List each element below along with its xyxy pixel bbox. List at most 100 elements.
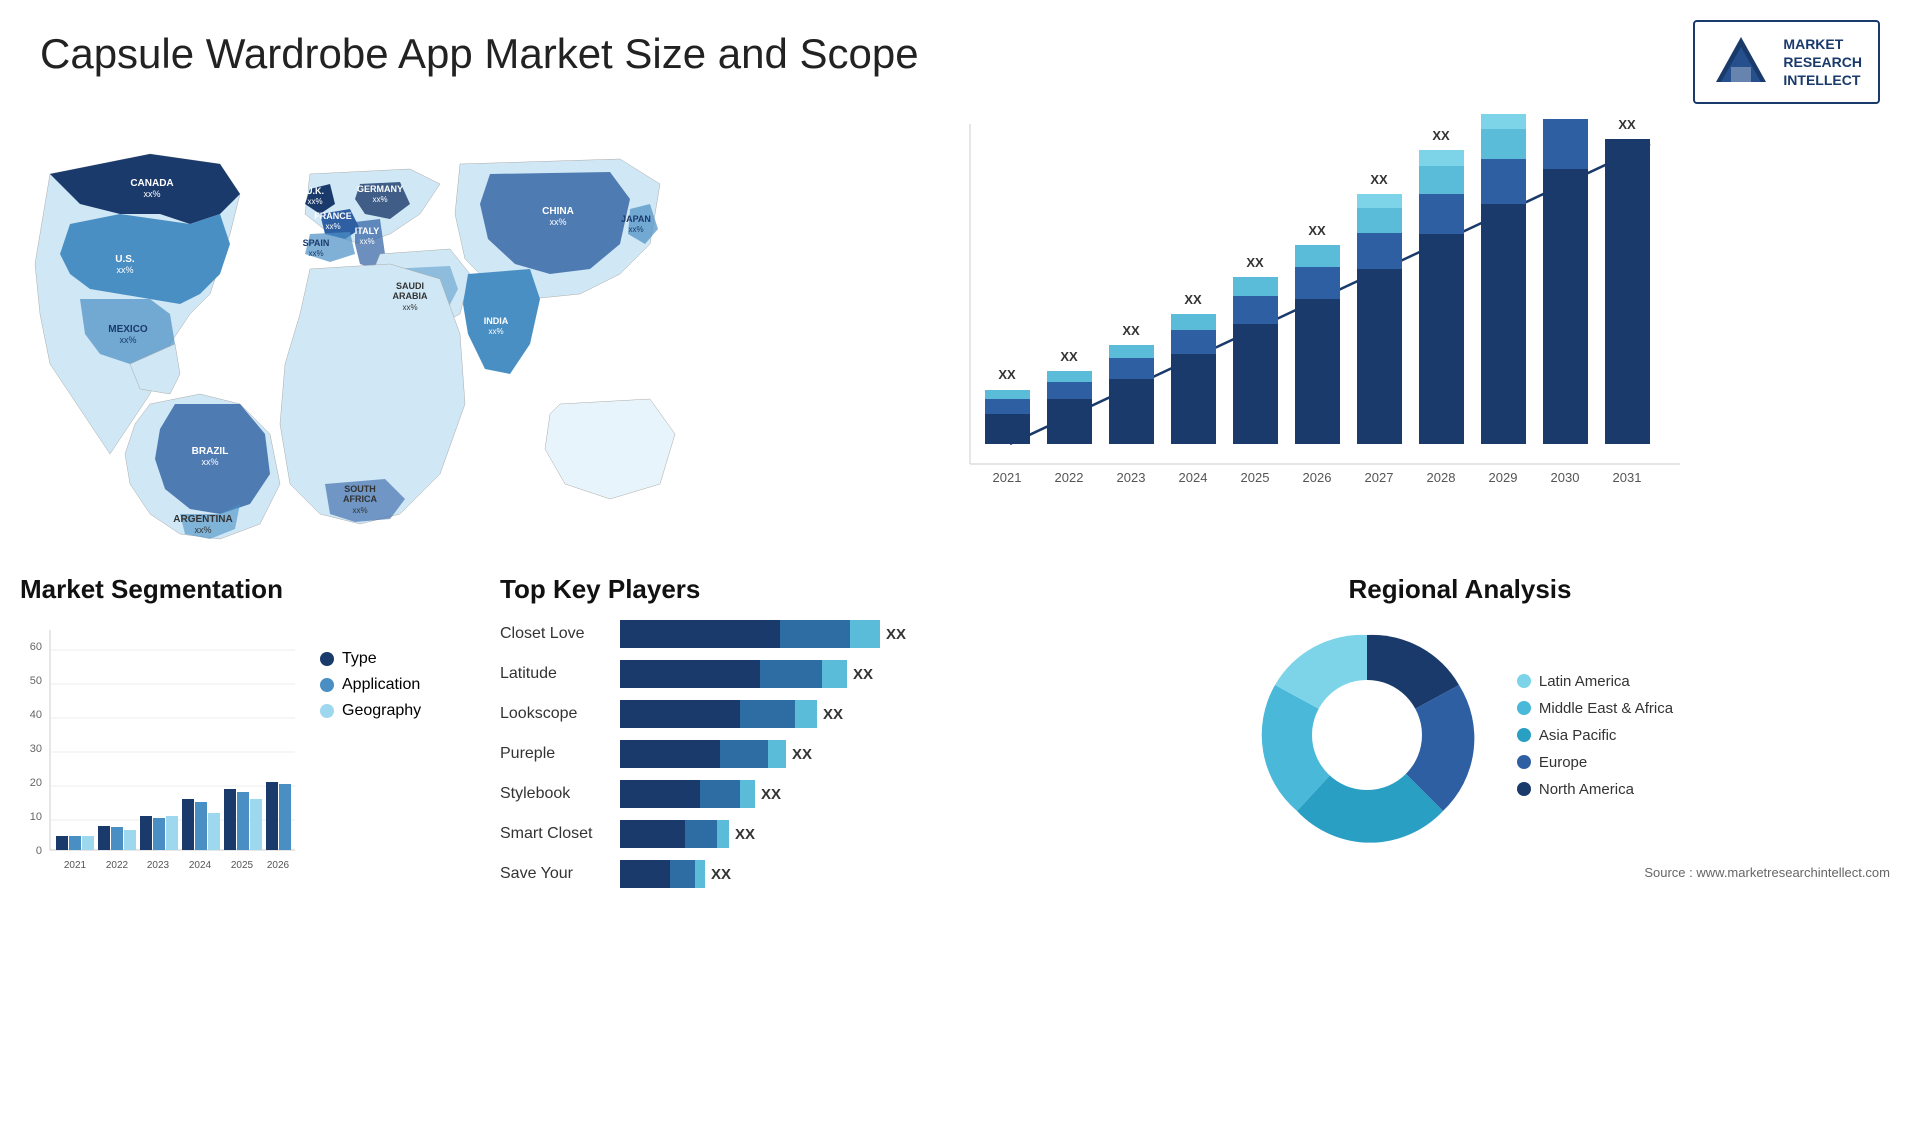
svg-text:XX: XX [1618,117,1636,132]
map-svg: CANADA xx% U.S. xx% MEXICO xx% BRAZIL xx… [20,114,700,544]
logo-text: MARKET RESEARCH INTELLECT [1783,35,1862,90]
svg-text:2026: 2026 [267,860,290,871]
svg-text:2027: 2027 [1365,470,1394,485]
svg-text:xx%: xx% [116,265,133,275]
source-text: Source : www.marketresearchintellect.com [1020,865,1900,880]
svg-text:AFRICA: AFRICA [343,494,377,504]
player-bar-smart-closet: XX [620,820,1000,848]
svg-text:40: 40 [30,709,42,721]
label-italy: ITALY [355,226,380,236]
player-bar-closet-love: XX [620,620,1000,648]
svg-text:2021: 2021 [993,470,1022,485]
bar-2021-light [985,390,1030,399]
svg-text:xx%: xx% [352,506,367,515]
player-bar-pureple: XX [620,740,1000,768]
players-list: Closet Love XX Latitude XX Looks [500,620,1000,888]
svg-text:2023: 2023 [1117,470,1146,485]
player-bar-stylebook: XX [620,780,1000,808]
svg-text:2026: 2026 [1303,470,1332,485]
svg-text:2029: 2029 [1489,470,1518,485]
growth-chart: XX 2021 XX 2022 XX 2023 XX 2024 XX [720,114,1900,554]
svg-text:60: 60 [30,641,42,653]
player-row: Closet Love XX [500,620,1000,648]
players-title: Top Key Players [500,574,1000,605]
donut-hole [1312,680,1422,790]
svg-text:XX: XX [1370,172,1388,187]
svg-text:xx%: xx% [194,525,211,535]
legend-application: Application [320,676,421,694]
legend-middle-east-africa: Middle East & Africa [1517,700,1673,717]
label-uk: U.K. [306,186,324,196]
svg-text:xx%: xx% [628,225,643,234]
svg-text:xx%: xx% [201,457,218,467]
regional-legend: Latin America Middle East & Africa Asia … [1517,673,1673,798]
label-us: U.S. [115,254,135,265]
legend-latin-america: Latin America [1517,673,1673,690]
player-bar-lookscope: XX [620,700,1000,728]
svg-text:2023: 2023 [147,860,170,871]
svg-text:xx%: xx% [308,249,323,258]
label-canada: CANADA [130,178,173,189]
svg-text:XX: XX [1432,128,1450,143]
label-japan: JAPAN [621,214,651,224]
svg-text:2025: 2025 [1241,470,1270,485]
north-america-dot [1517,782,1531,796]
player-bar-save-your: XX [620,860,1000,888]
svg-text:xx%: xx% [488,327,503,336]
svg-text:xx%: xx% [325,222,340,231]
svg-text:2022: 2022 [106,860,129,871]
svg-text:2025: 2025 [231,860,254,871]
svg-text:ARABIA: ARABIA [393,291,428,301]
latin-america-dot [1517,674,1531,688]
bar-chart-svg: XX 2021 XX 2022 XX 2023 XX 2024 XX [720,114,1900,534]
svg-text:30: 30 [30,743,42,755]
geo-dot [320,704,334,718]
logo-icon [1711,32,1771,92]
svg-text:xx%: xx% [119,335,136,345]
svg-text:0: 0 [36,845,42,857]
app-dot [320,678,334,692]
legend-type: Type [320,650,421,668]
svg-text:2024: 2024 [1179,470,1208,485]
type-dot [320,652,334,666]
player-row: Lookscope XX [500,700,1000,728]
svg-text:xx%: xx% [359,237,374,246]
bar-2021-mid [985,399,1030,414]
svg-text:2031: 2031 [1613,470,1642,485]
svg-text:XX: XX [1246,255,1264,270]
donut-chart-svg [1247,615,1487,855]
bottom-section: Market Segmentation 0 10 20 30 40 50 60 [0,554,1920,1054]
asia-pacific-dot [1517,728,1531,742]
svg-text:XX: XX [1308,223,1326,238]
players-section: Top Key Players Closet Love XX Latitude … [500,574,1000,1044]
svg-text:2022: 2022 [1055,470,1084,485]
bar-2021-dark [985,414,1030,444]
legend-asia-pacific: Asia Pacific [1517,727,1673,744]
svg-text:XX: XX [1060,349,1078,364]
label-india: INDIA [484,316,509,326]
label-france: FRANCE [314,211,352,221]
label-germany: GERMANY [357,184,403,194]
world-map: CANADA xx% U.S. xx% MEXICO xx% BRAZIL xx… [20,114,700,554]
svg-text:XX: XX [998,367,1016,382]
logo: MARKET RESEARCH INTELLECT [1693,20,1880,104]
svg-text:2024: 2024 [189,860,212,871]
label-argentina: ARGENTINA [173,514,232,525]
legend-geography: Geography [320,702,421,720]
svg-text:XX: XX [1184,292,1202,307]
label-spain: SPAIN [303,238,330,248]
label-south-africa: SOUTH [344,484,376,494]
label-china: CHINA [542,206,574,217]
player-row: Smart Closet XX [500,820,1000,848]
page-title: Capsule Wardrobe App Market Size and Sco… [40,30,919,78]
svg-text:10: 10 [30,811,42,823]
svg-text:2021: 2021 [64,860,87,871]
svg-text:2030: 2030 [1551,470,1580,485]
regional-section: Regional Analysis Latin Ame [1020,574,1900,1044]
svg-text:2028: 2028 [1427,470,1456,485]
label-brazil: BRAZIL [192,446,229,457]
label-mexico: MEXICO [108,324,148,335]
player-row: Save Your XX [500,860,1000,888]
svg-text:xx%: xx% [402,303,417,312]
svg-text:20: 20 [30,777,42,789]
